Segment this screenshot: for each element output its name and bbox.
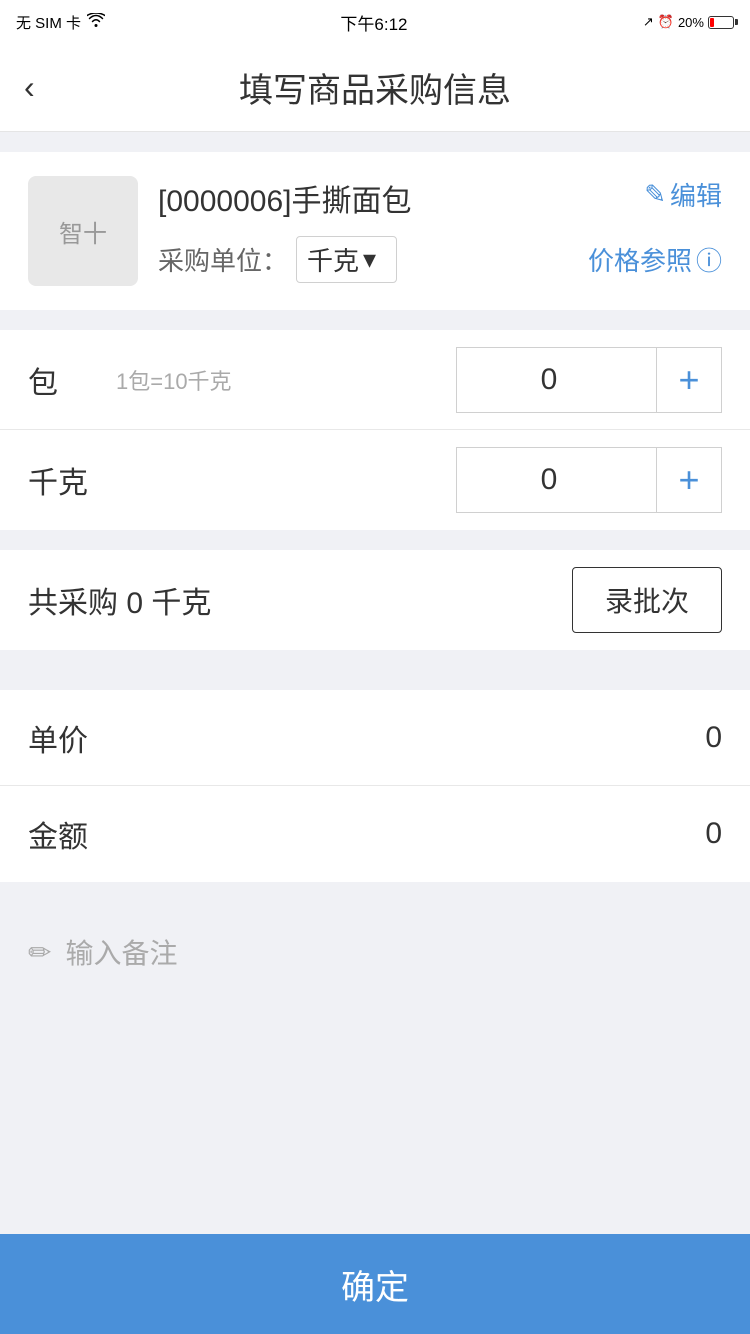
summary-text: 共采购 0 千克 [28, 578, 211, 622]
kg-input-row: 千克 + [0, 430, 750, 530]
edit-icon: ✎ [644, 179, 666, 210]
product-name: [0000006]手撕面包 [158, 176, 632, 220]
page-title: 填写商品采购信息 [239, 63, 511, 112]
unit-value: 千克 [307, 241, 359, 278]
edit-label: 编辑 [670, 176, 722, 213]
status-time: 下午6:12 [340, 10, 407, 35]
bao-input[interactable] [456, 347, 656, 413]
product-image: 智十 [28, 176, 138, 286]
product-info: [0000006]手撕面包 ✎ 编辑 采购单位： 千克 ▾ 价格参照 ⓘ [158, 176, 722, 283]
unit-price-value: 0 [705, 721, 722, 755]
unit-prefix: 采购单位： [158, 241, 288, 278]
unit-label: 采购单位： 千克 ▾ [158, 236, 397, 283]
product-header: [0000006]手撕面包 ✎ 编辑 [158, 176, 722, 220]
confirm-button[interactable]: 确定 [0, 1234, 750, 1334]
location-icon: ↗ [643, 14, 654, 30]
alarm-icon: ⏰ [658, 14, 674, 30]
nav-bar: ‹ 填写商品采购信息 [0, 44, 750, 132]
batch-record-button[interactable]: 录批次 [572, 567, 722, 633]
product-meta: 采购单位： 千克 ▾ 价格参照 ⓘ [158, 236, 722, 283]
section-divider-2 [0, 650, 750, 670]
product-logo-text: 智十 [59, 214, 107, 249]
content-spacer [0, 1002, 750, 1202]
bao-plus-button[interactable]: + [656, 347, 722, 413]
info-icon: ⓘ [696, 241, 722, 278]
battery-icon [708, 16, 734, 29]
unit-price-label: 单价 [28, 716, 88, 760]
pencil-icon: ✏ [28, 936, 51, 969]
price-section: 单价 0 金额 0 [0, 690, 750, 882]
bao-hint: 1包=10千克 [116, 364, 456, 396]
back-button[interactable]: ‹ [24, 69, 35, 106]
edit-button[interactable]: ✎ 编辑 [644, 176, 722, 213]
remark-section[interactable]: ✏ 输入备注 [0, 902, 750, 1002]
bao-input-control: + [456, 347, 722, 413]
battery-percent: 20% [678, 15, 704, 30]
kg-plus-button[interactable]: + [656, 447, 722, 513]
product-card: 智十 [0000006]手撕面包 ✎ 编辑 采购单位： 千克 ▾ 价格参照 ⓘ [0, 152, 750, 310]
amount-value: 0 [705, 817, 722, 851]
amount-row: 金额 0 [0, 786, 750, 882]
carrier-text: 无 SIM 卡 [16, 12, 81, 33]
wifi-icon [87, 13, 105, 31]
unit-price-row: 单价 0 [0, 690, 750, 786]
bao-input-row: 包 1包=10千克 + [0, 330, 750, 430]
price-ref-button[interactable]: 价格参照 ⓘ [588, 241, 722, 278]
remark-placeholder: 输入备注 [65, 932, 177, 972]
amount-label: 金额 [28, 812, 88, 856]
dropdown-icon: ▾ [363, 244, 376, 275]
kg-input[interactable] [456, 447, 656, 513]
summary-section: 共采购 0 千克 录批次 [0, 550, 750, 650]
status-bar: 无 SIM 卡 下午6:12 ↗ ⏰ 20% [0, 0, 750, 44]
unit-select[interactable]: 千克 ▾ [296, 236, 397, 283]
kg-input-control: + [456, 447, 722, 513]
section-divider-1 [0, 310, 750, 330]
status-left: 无 SIM 卡 [16, 12, 105, 33]
status-right: ↗ ⏰ 20% [643, 14, 734, 30]
summary-row: 共采购 0 千克 录批次 [0, 550, 750, 650]
price-ref-label: 价格参照 [588, 241, 692, 278]
input-section: 包 1包=10千克 + 千克 + [0, 330, 750, 530]
kg-label: 千克 [28, 458, 108, 502]
bao-label: 包 [28, 358, 108, 402]
